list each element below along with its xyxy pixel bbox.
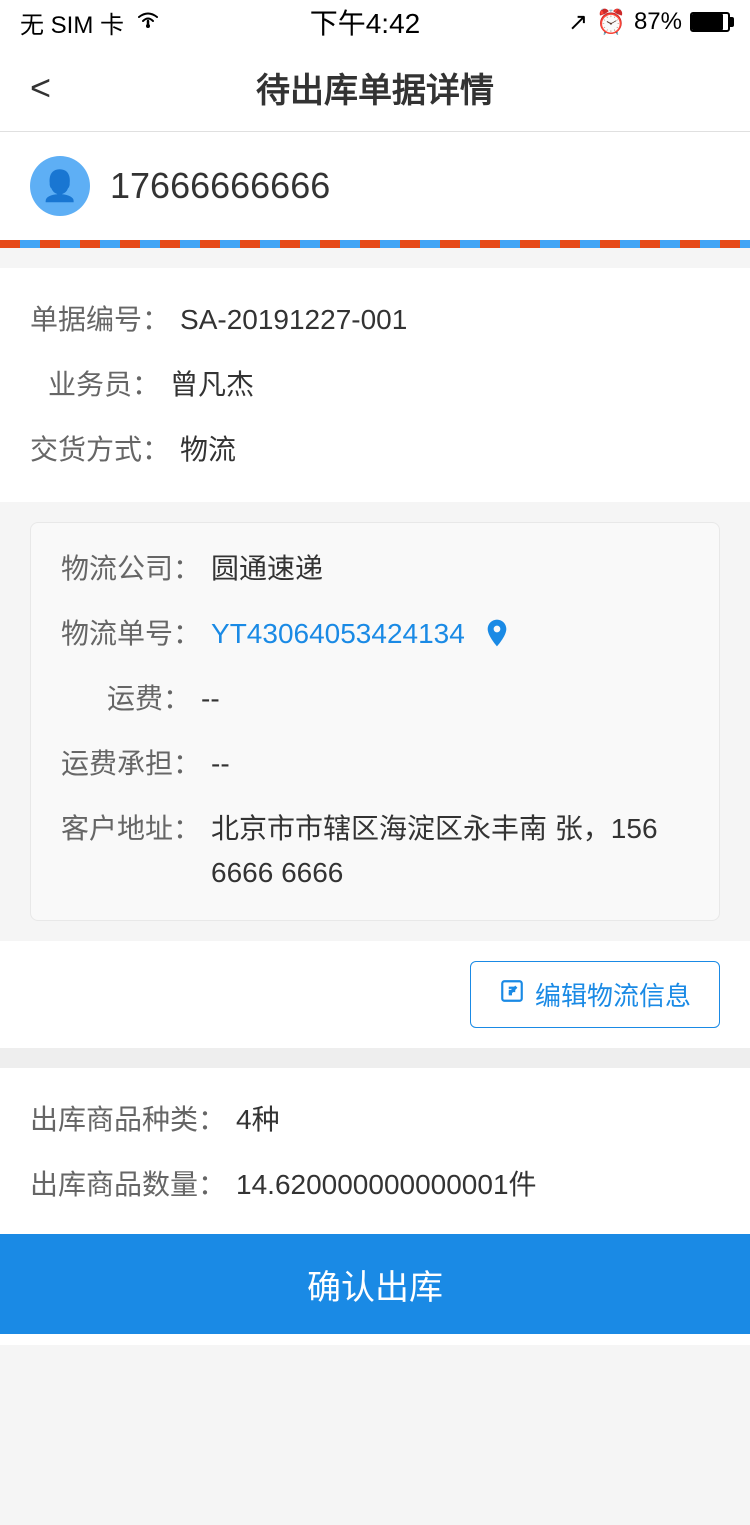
confirm-btn-label: 确认出库: [307, 1260, 443, 1309]
goods-type-label: 出库商品种类：: [30, 1098, 226, 1143]
confirm-btn-bar[interactable]: 确认出库: [0, 1234, 750, 1334]
logistics-company-value: 圆通速递: [211, 547, 689, 592]
freight-bear-label: 运费承担：: [61, 742, 201, 787]
delivery-method-row: 交货方式： 物流: [30, 428, 720, 473]
edit-btn-label: 编辑物流信息: [535, 976, 691, 1013]
tracking-no-label: 物流单号：: [61, 612, 201, 657]
freight-row: 运费： --: [61, 677, 689, 722]
customer-header: 👤 17666666666: [0, 132, 750, 240]
goods-type-value: 4种: [236, 1098, 720, 1143]
goods-quantity-label: 出库商品数量：: [30, 1163, 226, 1208]
tracking-no-value: YT43064053424134: [211, 612, 689, 657]
status-left: 无 SIM 卡: [20, 5, 162, 40]
salesman-value: 曾凡杰: [170, 363, 720, 408]
edit-btn-container: 编辑物流信息: [0, 941, 750, 1048]
address-label: 客户地址：: [61, 807, 201, 852]
carrier-label: 无 SIM 卡: [20, 5, 124, 40]
avatar-icon: 👤: [41, 169, 78, 204]
freight-label: 运费：: [61, 677, 191, 722]
back-button[interactable]: <: [30, 67, 51, 109]
goods-type-row: 出库商品种类： 4种: [30, 1098, 720, 1143]
status-right: ↗ ⏰ 87%: [568, 8, 730, 37]
address-value: 北京市市辖区海淀区永丰南 张，156 6666 6666: [211, 807, 689, 897]
bottom-spacer: [0, 1345, 750, 1525]
freight-value: --: [201, 677, 689, 722]
goods-quantity-row: 出库商品数量： 14.620000000000001件: [30, 1163, 720, 1208]
delivery-method-value: 物流: [180, 428, 720, 473]
order-no-label: 单据编号：: [30, 298, 170, 343]
edit-icon: [499, 978, 525, 1011]
battery-percent: 87%: [634, 8, 682, 36]
logistics-card: 物流公司： 圆通速递 物流单号： YT43064053424134 运费： --…: [30, 522, 720, 921]
address-row: 客户地址： 北京市市辖区海淀区永丰南 张，156 6666 6666: [61, 807, 689, 897]
tracking-no-row: 物流单号： YT43064053424134: [61, 612, 689, 657]
edit-logistics-button[interactable]: 编辑物流信息: [470, 961, 720, 1028]
map-pin-icon[interactable]: [481, 617, 517, 653]
battery-icon: [690, 12, 730, 32]
status-bar: 无 SIM 卡 下午4:42 ↗ ⏰ 87%: [0, 0, 750, 44]
wifi-icon: [134, 8, 162, 36]
page-title: 待出库单据详情: [256, 63, 494, 112]
goods-quantity-value: 14.620000000000001件: [236, 1163, 720, 1208]
alarm-icon: ⏰: [596, 8, 626, 37]
order-info-section: 单据编号： SA-20191227-001 业务员： 曾凡杰 交货方式： 物流: [0, 268, 750, 502]
salesman-label: 业务员：: [30, 363, 160, 408]
location-status-icon: ↗: [568, 8, 588, 37]
section-divider: [0, 1048, 750, 1068]
avatar: 👤: [30, 156, 90, 216]
customer-phone: 17666666666: [110, 165, 330, 207]
time-display: 下午4:42: [310, 2, 421, 42]
nav-bar: < 待出库单据详情: [0, 44, 750, 132]
freight-bear-row: 运费承担： --: [61, 742, 689, 787]
goods-section: 出库商品种类： 4种 出库商品数量： 14.620000000000001件: [0, 1068, 750, 1238]
logistics-company-label: 物流公司：: [61, 547, 201, 592]
salesman-row: 业务员： 曾凡杰: [30, 363, 720, 408]
order-no-value: SA-20191227-001: [180, 298, 720, 343]
freight-bear-value: --: [211, 742, 689, 787]
logistics-company-row: 物流公司： 圆通速递: [61, 547, 689, 592]
order-no-row: 单据编号： SA-20191227-001: [30, 298, 720, 343]
delivery-method-label: 交货方式：: [30, 428, 170, 473]
dashed-divider: [0, 240, 750, 248]
